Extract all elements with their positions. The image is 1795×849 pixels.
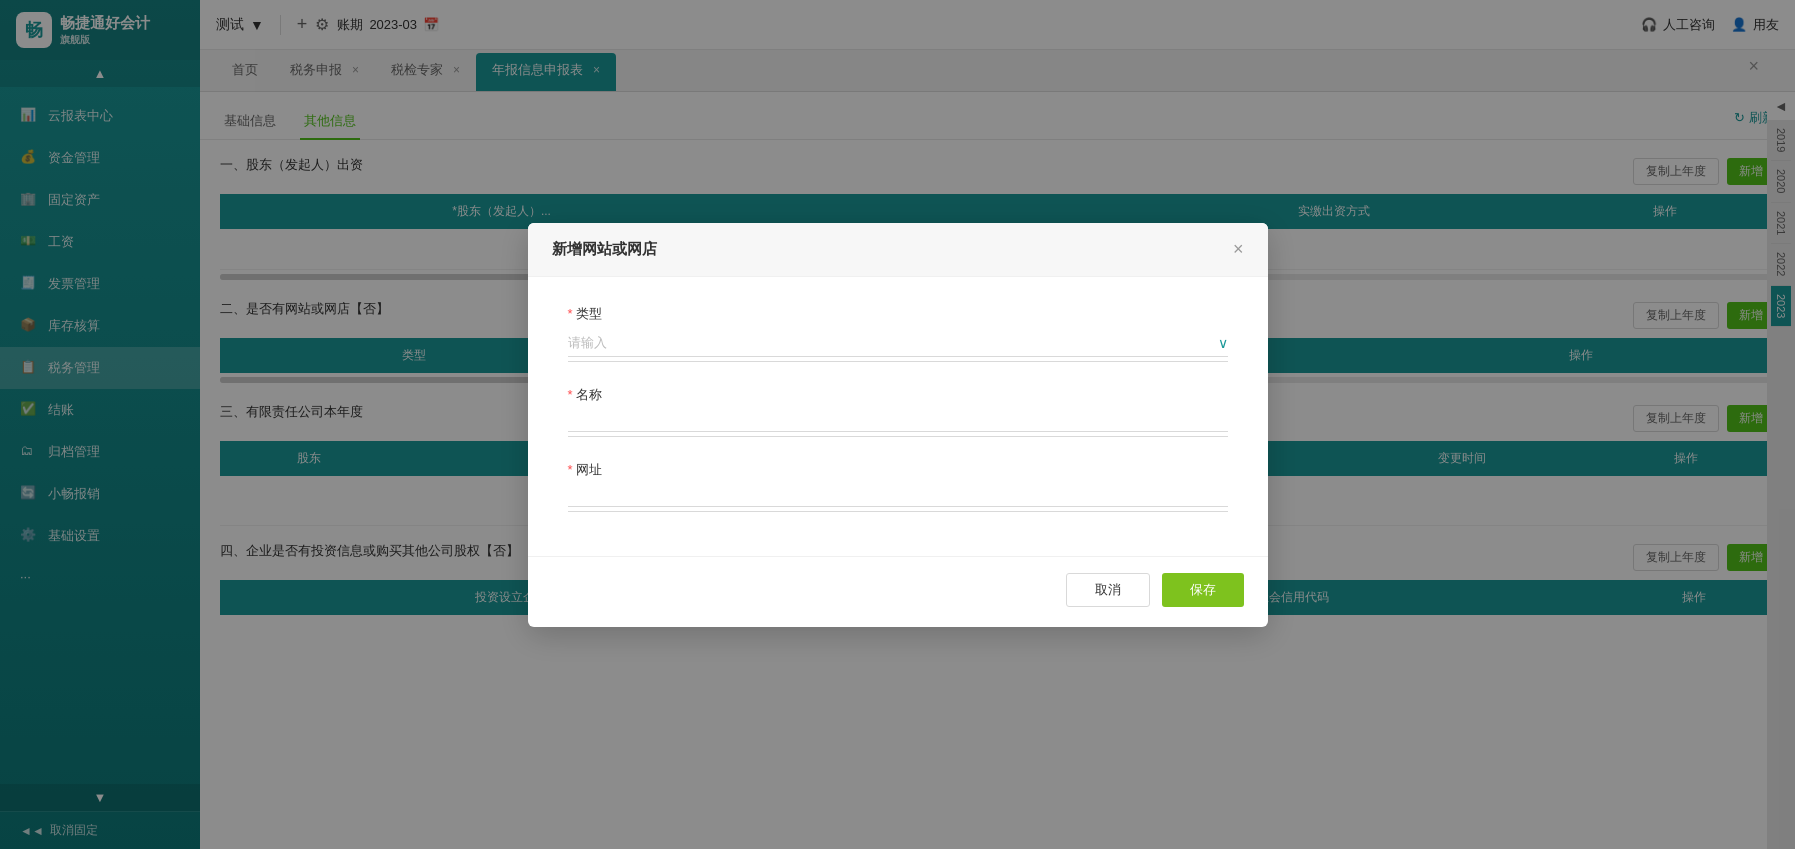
modal-overlay[interactable]: 新增网站或网店 × * 类型 ∨ *: [0, 0, 1795, 849]
url-label: * 网址: [568, 462, 603, 477]
type-required-marker: *: [568, 306, 573, 321]
name-field-name: 名称: [576, 387, 602, 402]
modal-add-website: 新增网站或网店 × * 类型 ∨ *: [528, 223, 1268, 627]
modal-footer: 取消 保存: [528, 556, 1268, 627]
type-underline: [568, 361, 1228, 362]
name-input[interactable]: [568, 404, 1228, 432]
url-underline: [568, 511, 1228, 512]
url-input[interactable]: [568, 479, 1228, 507]
modal-body: * 类型 ∨ * 名称: [528, 277, 1268, 556]
type-label: * 类型: [568, 305, 603, 323]
url-field-name: 网址: [576, 462, 602, 477]
type-select-wrapper: ∨: [568, 329, 1228, 357]
name-required-marker: *: [568, 387, 573, 402]
modal-title: 新增网站或网店: [552, 240, 657, 259]
modal-close-btn[interactable]: ×: [1233, 239, 1244, 260]
cancel-btn[interactable]: 取消: [1066, 573, 1150, 607]
save-btn[interactable]: 保存: [1162, 573, 1244, 607]
url-required-marker: *: [568, 462, 573, 477]
form-row-name: * 名称: [568, 386, 1228, 437]
name-underline: [568, 436, 1228, 437]
modal-header: 新增网站或网店 ×: [528, 223, 1268, 277]
name-label: * 名称: [568, 387, 603, 402]
type-input[interactable]: [568, 329, 1228, 357]
form-row-type: * 类型 ∨: [568, 305, 1228, 362]
type-field-name: 类型: [576, 306, 602, 321]
form-row-url: * 网址: [568, 461, 1228, 512]
